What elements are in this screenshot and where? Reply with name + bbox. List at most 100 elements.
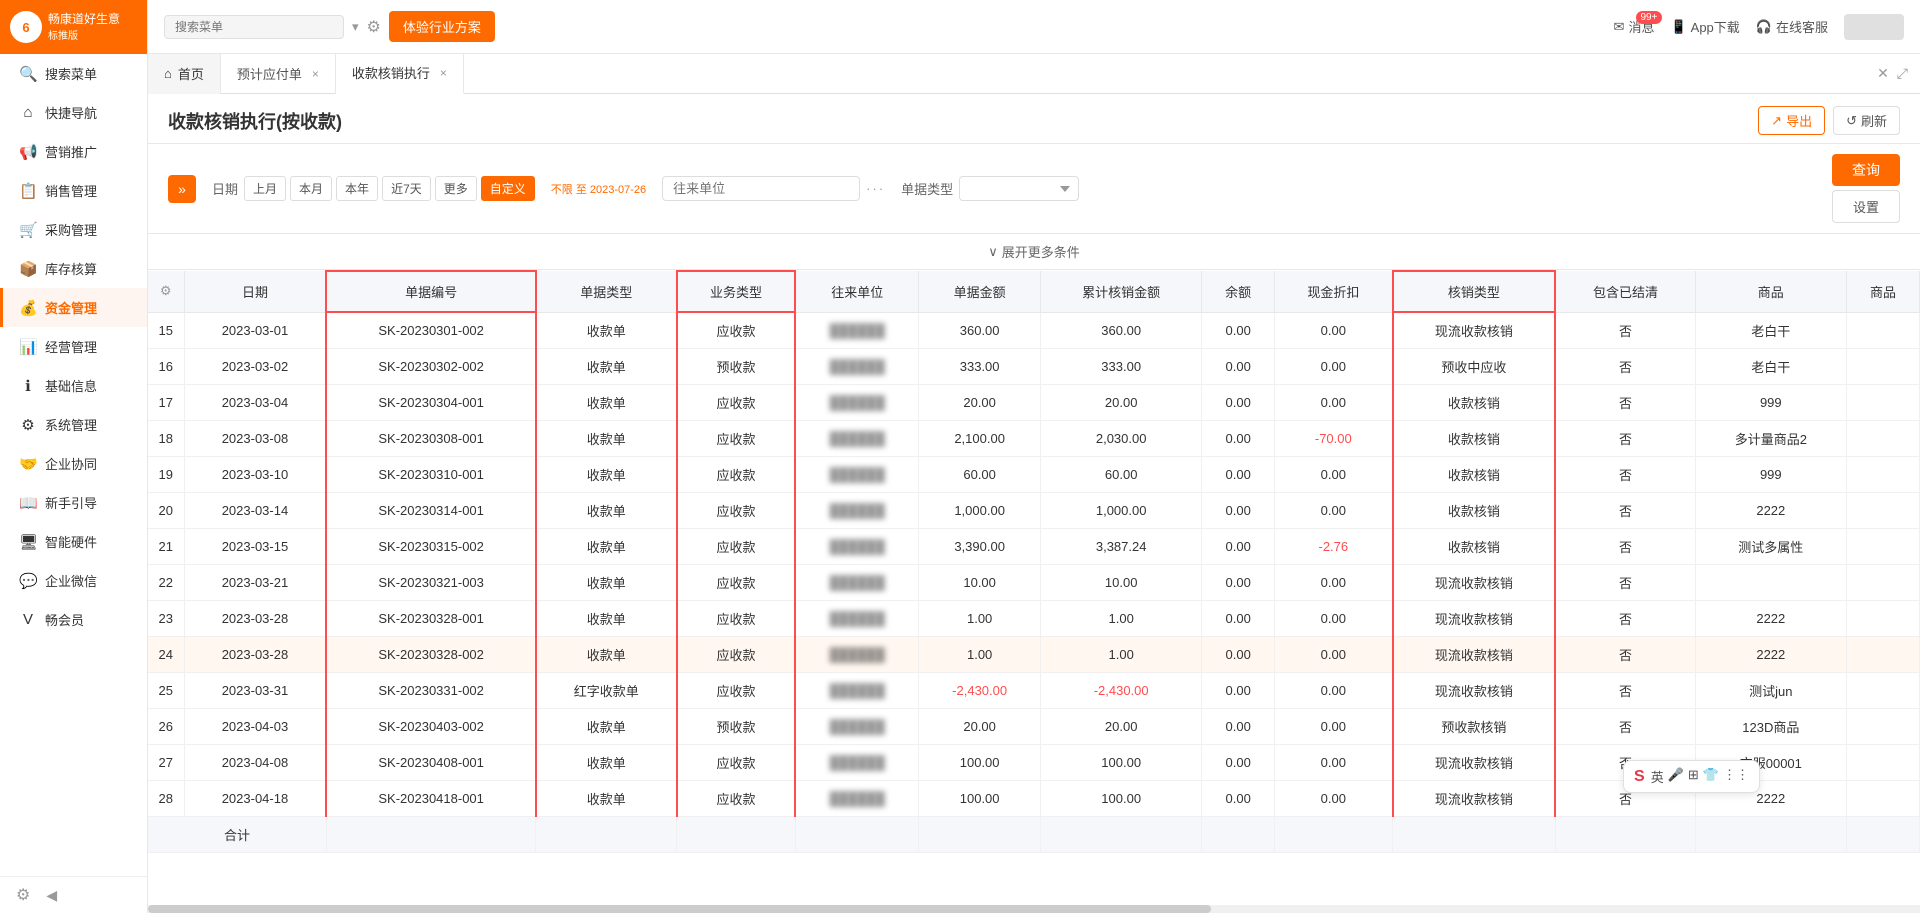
cell-partner: ██████ xyxy=(795,457,918,493)
user-avatar[interactable] xyxy=(1844,14,1904,40)
sidebar-item-search[interactable]: 🔍 搜索菜单 xyxy=(0,54,147,93)
scrollbar-hint[interactable] xyxy=(148,905,1920,913)
voucher-type-select[interactable]: 收款单 红字收款单 xyxy=(959,176,1079,201)
cell-biz-type: 应收款 xyxy=(677,457,796,493)
date-7days[interactable]: 近7天 xyxy=(382,176,431,201)
query-button[interactable]: 查询 xyxy=(1832,154,1900,186)
sidebar-item-guide[interactable]: 📖 新手引导 xyxy=(0,483,147,522)
cell-date: 2023-03-10 xyxy=(184,457,326,493)
expand-more-button[interactable]: ∨ 展开更多条件 xyxy=(168,238,1900,265)
voucher-no-link[interactable]: SK-20230321-003 xyxy=(378,575,484,590)
sidebar-item-system[interactable]: ⚙ 系统管理 xyxy=(0,405,147,444)
date-this-month[interactable]: 本月 xyxy=(290,176,332,201)
sidebar-item-marketing[interactable]: 📢 营销推广 xyxy=(0,132,147,171)
dropdown-icon[interactable]: ▾ xyxy=(352,19,359,35)
voucher-no-link[interactable]: SK-20230408-001 xyxy=(378,755,484,770)
table-row[interactable]: 15 2023-03-01 SK-20230301-002 收款单 应收款 ██… xyxy=(148,312,1920,349)
table-row[interactable]: 17 2023-03-04 SK-20230304-001 收款单 应收款 ██… xyxy=(148,385,1920,421)
col-total-cancel-header: 累计核销金额 xyxy=(1041,271,1202,312)
tab-close-all[interactable]: ✕ xyxy=(1877,65,1889,82)
export-button[interactable]: ↗ 导出 xyxy=(1758,106,1825,135)
tab-maximize[interactable]: ⤢ xyxy=(1897,65,1908,82)
total-cancel-type xyxy=(1393,817,1556,853)
table-row[interactable]: 25 2023-03-31 SK-20230331-002 红字收款单 应收款 … xyxy=(148,673,1920,709)
solution-button[interactable]: 体验行业方案 xyxy=(389,11,495,42)
cell-partner: ██████ xyxy=(795,421,918,457)
sidebar-item-ops[interactable]: 📊 经营管理 xyxy=(0,327,147,366)
sidebar-item-wechat[interactable]: 💬 企业微信 xyxy=(0,561,147,600)
tab-active-close[interactable]: × xyxy=(440,66,447,80)
voucher-no-link[interactable]: SK-20230331-002 xyxy=(378,683,484,698)
table-row[interactable]: 18 2023-03-08 SK-20230308-001 收款单 应收款 ██… xyxy=(148,421,1920,457)
table-row[interactable]: 24 2023-03-28 SK-20230328-002 收款单 应收款 ██… xyxy=(148,637,1920,673)
partner-value: ██████ xyxy=(830,575,885,590)
cell-total-cancel: 100.00 xyxy=(1041,745,1202,781)
cell-partner: ██████ xyxy=(795,637,918,673)
voucher-no-link[interactable]: SK-20230418-001 xyxy=(378,791,484,806)
cell-cash-discount: 0.00 xyxy=(1275,493,1393,529)
search-input[interactable] xyxy=(164,15,344,39)
table-row[interactable]: 20 2023-03-14 SK-20230314-001 收款单 应收款 ██… xyxy=(148,493,1920,529)
table-row[interactable]: 23 2023-03-28 SK-20230328-001 收款单 应收款 ██… xyxy=(148,601,1920,637)
filter-toggle-button[interactable]: » xyxy=(168,175,196,203)
table-row[interactable]: 19 2023-03-10 SK-20230310-001 收款单 应收款 ██… xyxy=(148,457,1920,493)
cell-amount: 333.00 xyxy=(919,349,1041,385)
sidebar-item-purchase[interactable]: 🛒 采购管理 xyxy=(0,210,147,249)
cell-goods2 xyxy=(1846,781,1919,817)
voucher-no-link[interactable]: SK-20230301-002 xyxy=(378,323,484,338)
voucher-no-link[interactable]: SK-20230304-001 xyxy=(378,395,484,410)
refresh-button[interactable]: ↺ 刷新 xyxy=(1833,106,1900,135)
sidebar-icon-finance: 💰 xyxy=(19,299,37,317)
cell-balance: 0.00 xyxy=(1202,529,1275,565)
date-prev-month[interactable]: 上月 xyxy=(244,176,286,201)
voucher-no-link[interactable]: SK-20230308-001 xyxy=(378,431,484,446)
voucher-no-link[interactable]: SK-20230328-001 xyxy=(378,611,484,626)
date-this-year[interactable]: 本年 xyxy=(336,176,378,201)
col-settings-icon[interactable]: ⚙ xyxy=(148,271,184,312)
scrollbar-thumb[interactable] xyxy=(148,905,1211,913)
sidebar-item-finance[interactable]: 💰 资金管理 xyxy=(0,288,147,327)
partner-value: ██████ xyxy=(830,467,885,482)
tab-prepay-close[interactable]: × xyxy=(312,67,319,81)
cell-goods2 xyxy=(1846,709,1919,745)
voucher-no-link[interactable]: SK-20230315-002 xyxy=(378,539,484,554)
voucher-no-link[interactable]: SK-20230403-002 xyxy=(378,719,484,734)
sidebar-item-quick-nav[interactable]: ⌂ 快捷导航 xyxy=(0,93,147,132)
sidebar-collapse-icon[interactable]: ◀ xyxy=(46,887,57,904)
cell-voucher-type: 收款单 xyxy=(536,637,677,673)
partner-more-icon[interactable]: ··· xyxy=(866,181,885,196)
tab-active[interactable]: 收款核销执行 × xyxy=(336,54,464,94)
online-service-button[interactable]: 🎧 在线客服 xyxy=(1756,17,1828,36)
gear-icon[interactable]: ⚙ xyxy=(367,17,381,37)
sidebar-item-member[interactable]: V 畅会员 xyxy=(0,600,147,639)
partner-value: ██████ xyxy=(830,539,885,554)
sidebar-item-sales[interactable]: 📋 销售管理 xyxy=(0,171,147,210)
voucher-no-link[interactable]: SK-20230314-001 xyxy=(378,503,484,518)
table-row[interactable]: 26 2023-04-03 SK-20230403-002 收款单 预收款 ██… xyxy=(148,709,1920,745)
col-goods-header: 商品 xyxy=(1695,271,1846,312)
voucher-no-link[interactable]: SK-20230310-001 xyxy=(378,467,484,482)
sidebar-bottom: ⚙ ◀ xyxy=(0,876,147,913)
cell-date: 2023-03-15 xyxy=(184,529,326,565)
sidebar-item-inventory[interactable]: 📦 库存核算 xyxy=(0,249,147,288)
voucher-no-link[interactable]: SK-20230302-002 xyxy=(378,359,484,374)
message-button[interactable]: ✉ 消息 99+ xyxy=(1614,17,1655,36)
voucher-no-link[interactable]: SK-20230328-002 xyxy=(378,647,484,662)
date-more[interactable]: 更多 xyxy=(435,176,477,201)
sidebar-item-hardware[interactable]: 🖥 智能硬件 xyxy=(0,522,147,561)
sidebar-settings-icon[interactable]: ⚙ xyxy=(16,885,30,905)
sidebar-item-basic[interactable]: ℹ 基础信息 xyxy=(0,366,147,405)
table-row[interactable]: 22 2023-03-21 SK-20230321-003 收款单 应收款 ██… xyxy=(148,565,1920,601)
tab-prepay[interactable]: 预计应付单 × xyxy=(221,54,336,94)
col-include-settled-header: 包含已结清 xyxy=(1555,271,1695,312)
table-row[interactable]: 21 2023-03-15 SK-20230315-002 收款单 应收款 ██… xyxy=(148,529,1920,565)
app-download-button[interactable]: 📱 App下载 xyxy=(1670,17,1739,36)
table-row[interactable]: 16 2023-03-02 SK-20230302-002 收款单 预收款 ██… xyxy=(148,349,1920,385)
date-custom[interactable]: 自定义 xyxy=(481,176,535,201)
cell-biz-type: 应收款 xyxy=(677,493,796,529)
cell-goods2 xyxy=(1846,637,1919,673)
settings-button[interactable]: 设置 xyxy=(1832,190,1900,223)
partner-input[interactable] xyxy=(662,176,860,201)
tab-home[interactable]: ⌂ 首页 xyxy=(148,54,221,94)
sidebar-item-collab[interactable]: 🤝 企业协同 xyxy=(0,444,147,483)
